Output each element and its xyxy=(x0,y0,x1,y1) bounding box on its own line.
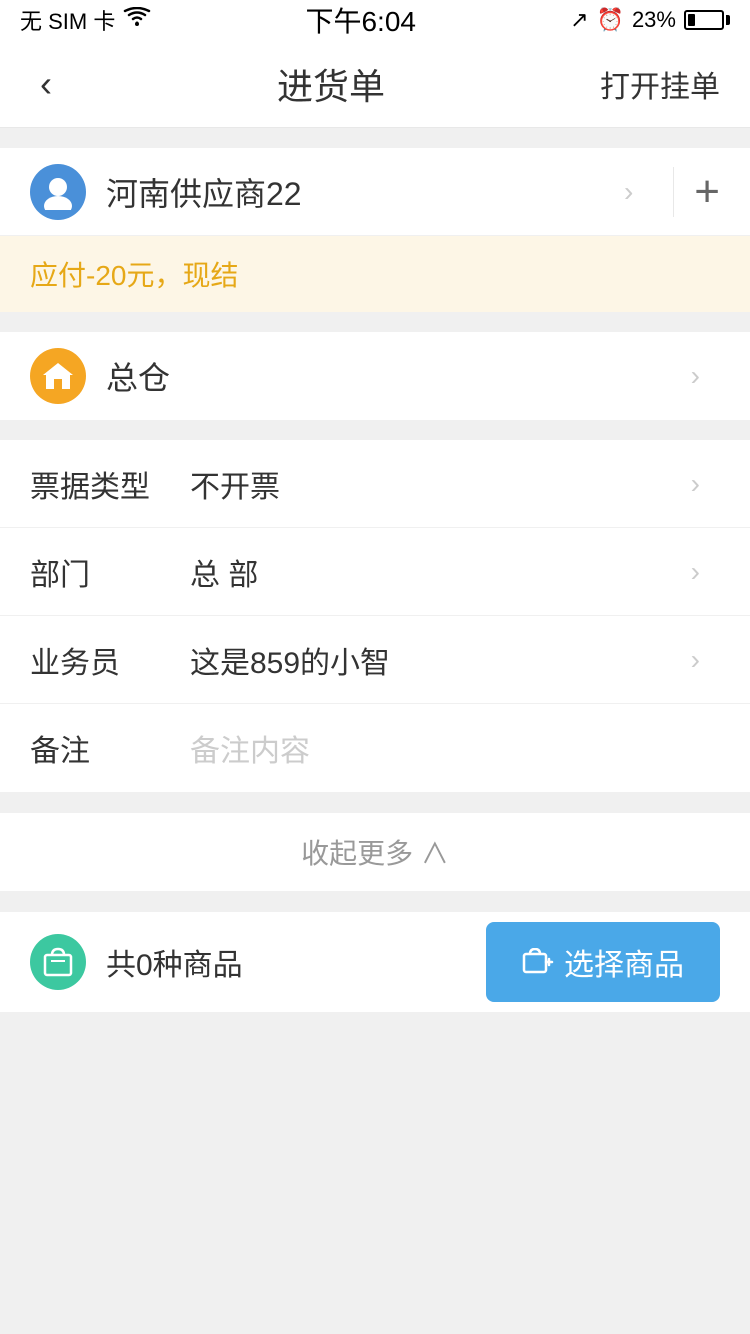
open-pending-button[interactable]: 打开挂单 xyxy=(600,62,720,106)
notes-placeholder: 备注内容 xyxy=(190,726,720,770)
wifi-icon xyxy=(123,7,151,33)
select-product-button[interactable]: 选择商品 xyxy=(486,922,720,1002)
page-title: 进货单 xyxy=(277,58,385,110)
supplier-name: 河南供应商22 xyxy=(106,169,624,215)
invoice-type-value: 不开票 xyxy=(190,462,691,506)
product-count-text: 共0种商品 xyxy=(106,940,486,984)
battery-icon xyxy=(684,10,730,30)
notes-label: 备注 xyxy=(30,726,170,770)
notes-row[interactable]: 备注 备注内容 xyxy=(0,704,750,792)
warehouse-name: 总仓 xyxy=(106,353,691,399)
status-left: 无 SIM 卡 xyxy=(20,4,151,36)
alarm-icon: ⏰ xyxy=(597,7,624,33)
supplier-avatar xyxy=(30,164,86,220)
department-row[interactable]: 部门 总 部 › xyxy=(0,528,750,616)
collapse-section[interactable]: 收起更多 ∧ xyxy=(0,812,750,892)
house-icon xyxy=(41,361,75,391)
notice-text: 应付-20元，现结 xyxy=(30,260,238,291)
warehouse-section[interactable]: 总仓 › xyxy=(0,332,750,420)
supplier-section[interactable]: 河南供应商22 › + xyxy=(0,148,750,236)
status-bar: 无 SIM 卡 下午6:04 ↗ ⏰ 23% xyxy=(0,0,750,40)
select-product-label: 选择商品 xyxy=(564,940,684,984)
warehouse-chevron-icon: › xyxy=(691,360,700,392)
salesperson-row[interactable]: 业务员 这是859的小智 › xyxy=(0,616,750,704)
nav-bar: ‹ 进货单 打开挂单 xyxy=(0,40,750,128)
form-section: 票据类型 不开票 › 部门 总 部 › 业务员 这是859的小智 › 备注 备注… xyxy=(0,440,750,792)
warehouse-icon xyxy=(30,348,86,404)
invoice-type-label: 票据类型 xyxy=(30,462,170,506)
section-divider-1 xyxy=(0,128,750,148)
bottom-bar: 共0种商品 选择商品 xyxy=(0,912,750,1012)
select-product-icon xyxy=(522,948,554,976)
salesperson-value: 这是859的小智 xyxy=(190,638,691,682)
department-chevron-icon: › xyxy=(691,556,700,588)
location-icon: ↗ xyxy=(570,7,588,33)
salesperson-chevron-icon: › xyxy=(691,644,700,676)
department-value: 总 部 xyxy=(190,550,691,594)
invoice-type-chevron-icon: › xyxy=(691,468,700,500)
supplier-chevron-icon: › xyxy=(624,176,633,208)
person-icon xyxy=(40,174,76,210)
no-sim-text: 无 SIM 卡 xyxy=(20,4,115,36)
supplier-divider xyxy=(673,167,674,217)
status-right: ↗ ⏰ 23% xyxy=(570,7,730,33)
department-label: 部门 xyxy=(30,550,170,594)
collapse-label[interactable]: 收起更多 ∧ xyxy=(301,832,449,872)
notice-bar: 应付-20元，现结 xyxy=(0,236,750,312)
product-icon xyxy=(30,934,86,990)
back-button[interactable]: ‹ xyxy=(30,53,62,115)
battery-percent: 23% xyxy=(632,7,676,33)
invoice-type-row[interactable]: 票据类型 不开票 › xyxy=(0,440,750,528)
salesperson-label: 业务员 xyxy=(30,638,170,682)
shopping-bag-icon xyxy=(41,945,75,979)
status-time: 下午6:04 xyxy=(305,0,416,40)
add-supplier-button[interactable]: + xyxy=(694,170,720,214)
